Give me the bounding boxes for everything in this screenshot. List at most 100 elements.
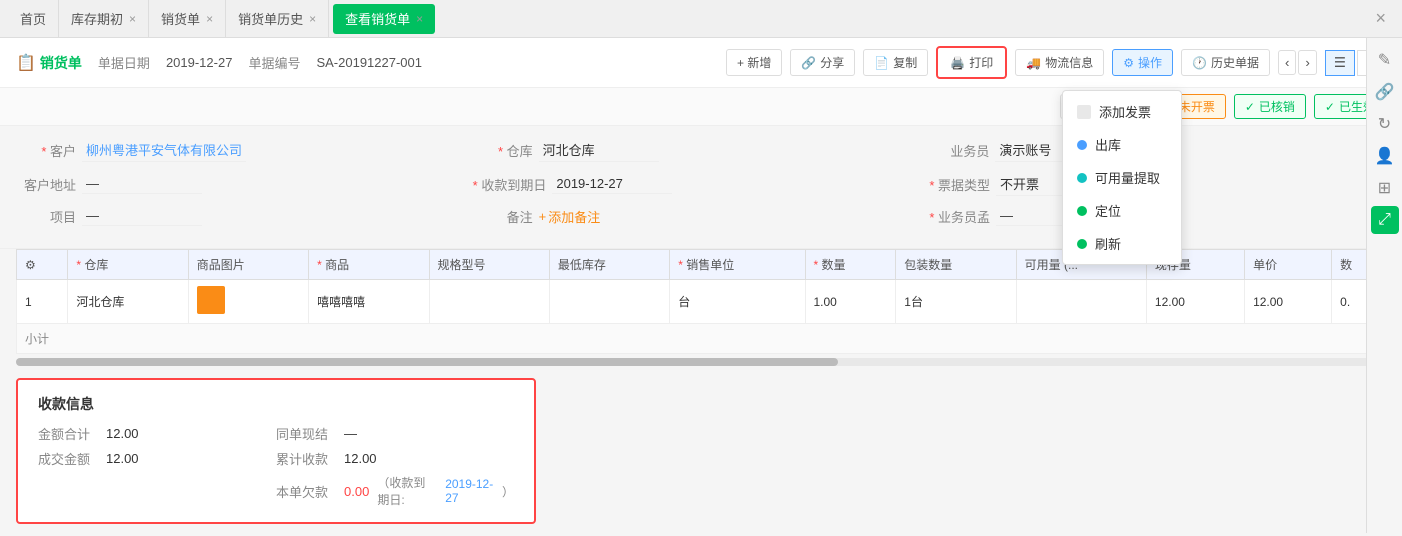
print-button[interactable]: 🖨️ 打印 xyxy=(940,50,1003,75)
tab-inventory-close[interactable]: × xyxy=(129,12,136,26)
sidebar-refresh-icon[interactable]: ↻ xyxy=(1371,110,1399,138)
customer-field: 客户 柳州粤港平安气体有限公司 xyxy=(16,138,473,162)
row-index: 1 xyxy=(17,280,68,324)
payment-date-label: 收款到期日 xyxy=(473,175,547,194)
confirm-chip[interactable]: ✓ 已核销 xyxy=(1234,94,1306,119)
col-spec: 规格型号 xyxy=(429,250,549,280)
refresh-dot xyxy=(1077,239,1087,249)
same-order-value: — xyxy=(344,426,357,441)
row-product-img xyxy=(188,280,308,324)
products-table: ⚙ 仓库 商品图片 商品 规格型号 最低库存 销售单位 数量 包装数量 可用量 … xyxy=(16,249,1386,354)
operations-icon: ⚙ xyxy=(1123,56,1134,70)
new-button[interactable]: + 新增 xyxy=(726,49,782,76)
tab-home[interactable]: 首页 xyxy=(8,0,59,38)
add-note-button[interactable]: + 添加备注 xyxy=(539,207,601,226)
copy-button[interactable]: 📄 复制 xyxy=(863,49,928,76)
row-spec xyxy=(429,280,549,324)
transaction-value: 12.00 xyxy=(106,451,139,466)
total-row: 金额合计 12.00 xyxy=(38,424,276,443)
quantity-pick-dot xyxy=(1077,173,1087,183)
note-label: 备注 xyxy=(473,207,533,226)
col-quantity: 数量 xyxy=(805,250,896,280)
number-label: 单据编号 xyxy=(248,53,300,72)
copy-icon: 📄 xyxy=(874,56,889,70)
scrollbar[interactable] xyxy=(16,358,1386,366)
project-value: — xyxy=(82,206,202,226)
view-list-button[interactable]: ☰ xyxy=(1325,50,1355,76)
outstanding-row: 本单欠款 0.00 （收款到期日: 2019-12-27 ） xyxy=(276,474,514,508)
dropdown-add-invoice[interactable]: 添加发票 xyxy=(1063,95,1181,128)
tab-bar-close-button[interactable]: × xyxy=(1367,8,1394,29)
effective-icon: ✓ xyxy=(1325,100,1335,114)
transaction-label: 成交金额 xyxy=(38,449,98,468)
row-unit-price: 12.00 xyxy=(1245,280,1332,324)
plus-icon: + xyxy=(539,209,547,224)
print-button-wrapper: 🖨️ 打印 xyxy=(936,46,1007,79)
sidebar-expand-icon[interactable]: ⤢ xyxy=(1371,206,1399,234)
cumulative-value: 12.00 xyxy=(344,451,377,466)
row-product: 嘻嘻嘻嘻 xyxy=(309,280,429,324)
transaction-row: 成交金额 12.00 xyxy=(38,449,276,468)
main-wrapper: 📋 销货单 单据日期 2019-12-27 单据编号 SA-20191227-0… xyxy=(0,38,1402,536)
col-product: 商品 xyxy=(309,250,429,280)
tab-view-sales[interactable]: 查看销货单 × xyxy=(333,4,435,34)
dropdown-locate[interactable]: 定位 xyxy=(1063,194,1181,227)
row-sales-unit: 台 xyxy=(670,280,805,324)
tab-view-sales-close[interactable]: × xyxy=(416,12,423,26)
document-type-label: 销货单 xyxy=(40,53,82,73)
logistics-button[interactable]: 🚚 物流信息 xyxy=(1015,49,1104,76)
same-order-label: 同单现结 xyxy=(276,424,336,443)
print-icon: 🖨️ xyxy=(950,56,965,70)
row-current-stock: 12.00 xyxy=(1146,280,1244,324)
status-bar: 📱 来自手机 ● 未开票 ✓ 已核销 ✓ 已生效 xyxy=(0,88,1402,126)
subtotal-row: 小计 xyxy=(17,324,1386,354)
date-label: 单据日期 xyxy=(98,53,150,72)
table-container: ⚙ 仓库 商品图片 商品 规格型号 最低库存 销售单位 数量 包装数量 可用量 … xyxy=(0,249,1402,354)
sidebar-grid-icon[interactable]: ⊞ xyxy=(1371,174,1399,202)
sidebar-user-icon[interactable]: 👤 xyxy=(1371,142,1399,170)
col-sales-unit: 销售单位 xyxy=(670,250,805,280)
dropdown-refresh[interactable]: 刷新 xyxy=(1063,227,1181,260)
same-order-row: 同单现结 — xyxy=(276,424,514,443)
dropdown-quantity-pick[interactable]: 可用量提取 xyxy=(1063,161,1181,194)
due-date-value: 2019-12-27 xyxy=(445,477,494,505)
operations-button[interactable]: ⚙ 操作 xyxy=(1112,49,1173,76)
dropdown-outbound[interactable]: 出库 xyxy=(1063,128,1181,161)
customer-value[interactable]: 柳州粤港平安气体有限公司 xyxy=(82,138,246,162)
tab-sales[interactable]: 销货单 × xyxy=(149,0,226,38)
outstanding-value: 0.00 xyxy=(344,484,369,499)
col-settings[interactable]: ⚙ xyxy=(17,250,68,280)
date-value: 2019-12-27 xyxy=(166,55,233,70)
next-arrow[interactable]: › xyxy=(1298,50,1316,75)
document-meta: 单据日期 2019-12-27 单据编号 SA-20191227-001 xyxy=(98,53,422,72)
payment-info-title: 收款信息 xyxy=(38,394,514,414)
col-min-stock: 最低库存 xyxy=(549,250,669,280)
document-actions: + 新增 🔗 分享 📄 复制 🖨️ 打印 🚚 物流信息 xyxy=(726,46,1386,79)
project-label: 项目 xyxy=(16,207,76,226)
locate-dot xyxy=(1077,206,1087,216)
tab-sales-history-close[interactable]: × xyxy=(309,12,316,26)
document-title: 📋 销货单 xyxy=(16,53,82,73)
document-type-icon: 📋 xyxy=(16,53,36,73)
row-warehouse: 河北仓库 xyxy=(68,280,188,324)
subtotal-label: 小计 xyxy=(17,324,1386,354)
row-quantity: 1.00 xyxy=(805,280,896,324)
share-icon: 🔗 xyxy=(801,56,816,70)
outbound-dot xyxy=(1077,140,1087,150)
share-button[interactable]: 🔗 分享 xyxy=(790,49,855,76)
project-field: 项目 — xyxy=(16,206,473,226)
history-button[interactable]: 🕐 历史单据 xyxy=(1181,49,1270,76)
tab-inventory[interactable]: 库存期初 × xyxy=(59,0,149,38)
payment-info-box: 收款信息 金额合计 12.00 同单现结 — 成交金额 12.00 累计收款 1… xyxy=(16,378,536,524)
content-area: 📋 销货单 单据日期 2019-12-27 单据编号 SA-20191227-0… xyxy=(0,38,1402,536)
tab-sales-history[interactable]: 销货单历史 × xyxy=(226,0,329,38)
payment-date-value: 2019-12-27 xyxy=(552,174,672,194)
prev-arrow[interactable]: ‹ xyxy=(1278,50,1296,75)
tab-sales-close[interactable]: × xyxy=(206,12,213,26)
address-field: 客户地址 — xyxy=(16,174,473,194)
address-value: — xyxy=(82,174,202,194)
col-warehouse: 仓库 xyxy=(68,250,188,280)
total-value: 12.00 xyxy=(106,426,139,441)
sidebar-link-icon[interactable]: 🔗 xyxy=(1371,78,1399,106)
sidebar-edit-icon[interactable]: ✎ xyxy=(1371,46,1399,74)
